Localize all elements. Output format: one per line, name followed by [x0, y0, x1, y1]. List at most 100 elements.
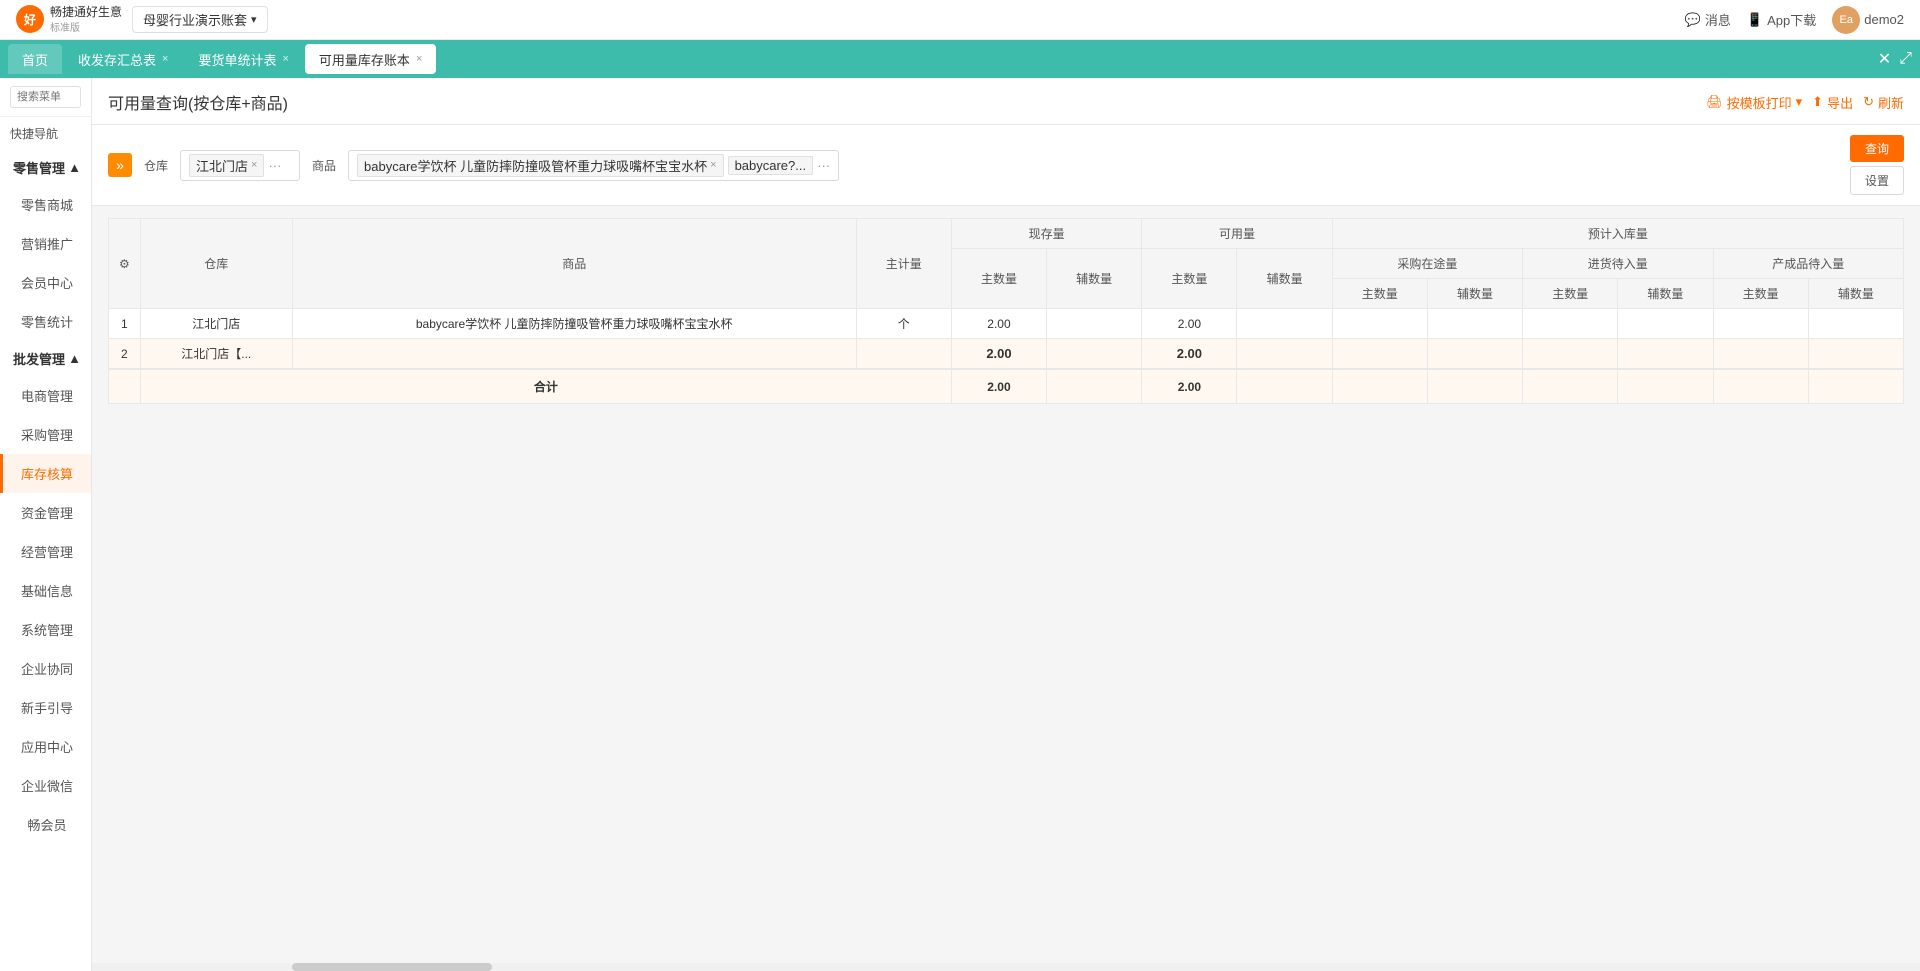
footer-label: 合计 [140, 369, 951, 404]
user-area[interactable]: Ea demo2 [1832, 6, 1904, 34]
query-btn[interactable]: 查询 [1850, 135, 1904, 162]
tab-receive-close[interactable]: × [162, 53, 168, 65]
header-actions: 🖨 按模板打印 ▾ ⬆ 导出 ↻ 刷新 [1706, 93, 1904, 112]
row1-warehouse: 江北门店 [140, 309, 292, 339]
app-download-icon: 📱 [1747, 12, 1763, 28]
print-btn[interactable]: 🖨 按模板打印 ▾ [1706, 93, 1802, 112]
refresh-btn[interactable]: ↻ 刷新 [1863, 93, 1904, 112]
nav-expand-btn[interactable]: ⤢ [1899, 50, 1912, 68]
row1-current-aux [1047, 309, 1142, 339]
search-input[interactable] [10, 86, 81, 108]
data-table: ⚙ 仓库 商品 主计量 现存量 可用量 预计入库量 主数量 辅数量 主数量 辅数… [108, 218, 1904, 404]
col-incoming-header: 进货待入量 [1523, 249, 1713, 279]
sidebar-item-purchase[interactable]: 采购管理 [0, 415, 91, 454]
col-planned-in-header: 预计入库量 [1332, 219, 1903, 249]
refresh-label: 刷新 [1878, 93, 1904, 112]
col-current-main-header: 主数量 [951, 249, 1046, 309]
sidebar-item-enterprise-wechat[interactable]: 企业微信 [0, 766, 91, 805]
row2-warehouse: 江北门店【... [140, 339, 292, 370]
tab-available[interactable]: 可用量库存账本 × [305, 44, 436, 74]
sidebar-search-area [0, 78, 91, 117]
row1-current-main: 2.00 [951, 309, 1046, 339]
export-btn[interactable]: ⬆ 导出 [1812, 93, 1853, 112]
retail-stats-label: 零售统计 [21, 312, 73, 331]
row1-pt-aux [1427, 309, 1522, 339]
col-current-aux-header: 辅数量 [1047, 249, 1142, 309]
warehouse-tag-remove[interactable]: × [251, 159, 257, 171]
warehouse-filter-input[interactable]: 江北门店 × ··· [180, 150, 300, 181]
row2-in-aux [1618, 339, 1713, 370]
row2-index: 2 [109, 339, 141, 370]
sidebar-item-enterprise-collab[interactable]: 企业协同 [0, 649, 91, 688]
product-tag2-value: babycare?... [735, 158, 807, 173]
sidebar-item-finance[interactable]: 资金管理 [0, 493, 91, 532]
sidebar-item-system[interactable]: 系统管理 [0, 610, 91, 649]
top-bar: 好 畅捷通好生意 标准版 母婴行业演示账套 ▾ 💬 消息 📱 App下载 Ea … [0, 0, 1920, 40]
row2-avail-aux [1237, 339, 1332, 370]
table-row: 2 江北门店【... 2.00 2.00 [109, 339, 1904, 370]
warehouse-filter-dots[interactable]: ··· [268, 158, 281, 173]
sidebar-item-retail-stats[interactable]: 零售统计 [0, 302, 91, 341]
new-guide-label: 新手引导 [21, 698, 73, 717]
sidebar-item-inventory[interactable]: 库存核算 [0, 454, 91, 493]
receive-label: 收发存汇总表 [78, 50, 156, 69]
tab-order[interactable]: 要货单统计表 × [184, 44, 302, 74]
purchase-label: 采购管理 [21, 425, 73, 444]
retail-mgmt-label: 零售管理 [13, 158, 65, 177]
footer-pi-main [1713, 369, 1808, 404]
scroll-thumb[interactable] [292, 963, 492, 971]
table-scroll-bar[interactable] [92, 963, 1920, 971]
page-title: 可用量查询(按仓库+商品) [108, 90, 288, 114]
tab-home[interactable]: 首页 [8, 44, 62, 74]
product-tag1-value: babycare学饮杯 儿童防摔防撞吸管杯重力球吸嘴杯宝宝水杯 [364, 156, 707, 175]
footer-row: 合计 2.00 2.00 [109, 369, 1904, 404]
footer-in-aux [1618, 369, 1713, 404]
marketing-label: 营销推广 [21, 234, 73, 253]
sidebar-item-wholesale-mgmt[interactable]: 批发管理 ▲ [0, 341, 91, 376]
sidebar-item-app-center[interactable]: 应用中心 [0, 727, 91, 766]
tab-available-close[interactable]: × [416, 53, 422, 65]
product-filter-dots[interactable]: ··· [817, 158, 830, 173]
nav-close-btn[interactable]: ✕ [1878, 49, 1891, 69]
sidebar-item-member[interactable]: 会员中心 [0, 263, 91, 302]
settings-btn[interactable]: 设置 [1850, 166, 1904, 195]
sidebar-item-member2[interactable]: 畅会员 [0, 805, 91, 844]
industry-selector[interactable]: 母婴行业演示账套 ▾ [132, 6, 268, 33]
row2-current-aux [1047, 339, 1142, 370]
product-filter-label: 商品 [312, 157, 336, 174]
message-btn[interactable]: 💬 消息 [1685, 10, 1731, 29]
tab-receive[interactable]: 收发存汇总表 × [64, 44, 182, 74]
product-tag1-remove[interactable]: × [710, 159, 716, 171]
page-header: 可用量查询(按仓库+商品) 🖨 按模板打印 ▾ ⬆ 导出 ↻ 刷新 [92, 78, 1920, 125]
tab-order-close[interactable]: × [282, 53, 288, 65]
logo-area: 好 畅捷通好生意 标准版 [16, 5, 122, 34]
sidebar-item-marketing[interactable]: 营销推广 [0, 224, 91, 263]
col-settings-header[interactable]: ⚙ [109, 219, 141, 309]
row2-avail-main: 2.00 [1142, 339, 1237, 370]
logo-text: 畅捷通好生意 [50, 5, 122, 19]
row2-pi-aux [1808, 339, 1903, 370]
sidebar-item-retail-mgmt[interactable]: 零售管理 ▲ [0, 150, 91, 185]
expand-btn[interactable]: » [108, 153, 132, 177]
product-tag1: babycare学饮杯 儿童防摔防撞吸管杯重力球吸嘴杯宝宝水杯 × [357, 154, 724, 177]
warehouse-tag-value: 江北门店 [196, 156, 248, 175]
sidebar-item-ecommerce[interactable]: 电商管理 [0, 376, 91, 415]
app-download-label: App下载 [1767, 10, 1816, 29]
sidebar-item-basic-info[interactable]: 基础信息 [0, 571, 91, 610]
sidebar-item-new-guide[interactable]: 新手引导 [0, 688, 91, 727]
col-in-aux-header: 辅数量 [1618, 279, 1713, 309]
print-icon: 🖨 [1706, 94, 1723, 110]
sidebar-item-retail-mall[interactable]: 零售商城 [0, 185, 91, 224]
row2-in-main [1523, 339, 1618, 370]
row1-avail-aux [1237, 309, 1332, 339]
retail-mall-label: 零售商城 [21, 195, 73, 214]
basic-info-label: 基础信息 [21, 581, 73, 600]
system-label: 系统管理 [21, 620, 73, 639]
product-filter-input[interactable]: babycare学饮杯 儿童防摔防撞吸管杯重力球吸嘴杯宝宝水杯 × babyca… [348, 150, 839, 181]
app-download-btn[interactable]: 📱 App下载 [1747, 10, 1816, 29]
sidebar-quick-nav[interactable]: 快捷导航 [0, 117, 91, 150]
col-in-main-header: 主数量 [1523, 279, 1618, 309]
col-product-header: 商品 [292, 219, 856, 309]
sidebar-item-operation[interactable]: 经营管理 [0, 532, 91, 571]
row1-pi-main [1713, 309, 1808, 339]
